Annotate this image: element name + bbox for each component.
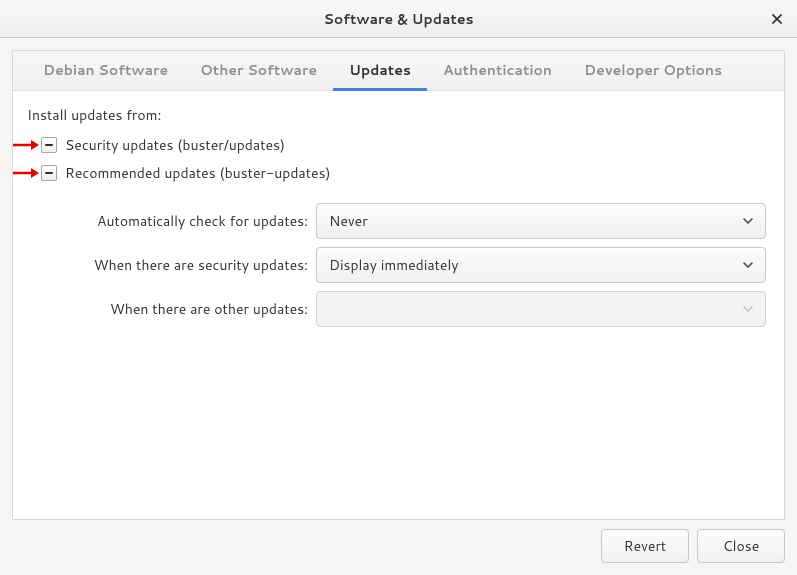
- close-button[interactable]: Close: [697, 529, 785, 563]
- chevron-down-icon: [743, 262, 753, 268]
- updates-panel-body: Install updates from: Security updates (…: [13, 91, 784, 345]
- content-area: Debian Software Other Software Updates A…: [0, 38, 797, 532]
- tab-bar: Debian Software Other Software Updates A…: [13, 51, 784, 91]
- update-settings-grid: Automatically check for updates: Never W…: [43, 203, 766, 327]
- auto-check-value: Never: [329, 211, 368, 231]
- footer-buttons: Revert Close: [601, 529, 785, 563]
- tab-developer-options[interactable]: Developer Options: [568, 51, 738, 91]
- tab-debian-software[interactable]: Debian Software: [27, 51, 184, 91]
- chevron-down-icon: [743, 306, 753, 312]
- window-title: Software & Updates: [323, 9, 473, 29]
- annotation-arrow-icon: [12, 166, 41, 180]
- other-notify-combo: [316, 291, 766, 327]
- revert-button[interactable]: Revert: [601, 529, 689, 563]
- security-updates-checkbox[interactable]: [41, 137, 57, 153]
- tab-authentication[interactable]: Authentication: [427, 51, 568, 91]
- security-updates-row: Security updates (buster/updates): [41, 135, 766, 155]
- indeterminate-icon: [45, 144, 53, 147]
- tab-other-software[interactable]: Other Software: [184, 51, 333, 91]
- security-updates-label[interactable]: Security updates (buster/updates): [65, 135, 285, 155]
- recommended-updates-checkbox[interactable]: [41, 165, 57, 181]
- close-window-button[interactable]: [769, 11, 785, 27]
- other-notify-label: When there are other updates:: [43, 299, 308, 319]
- indeterminate-icon: [45, 172, 53, 175]
- recommended-updates-row: Recommended updates (buster-updates): [41, 163, 766, 183]
- annotation-arrow-icon: [12, 138, 41, 152]
- security-notify-label: When there are security updates:: [43, 255, 308, 275]
- tab-updates[interactable]: Updates: [333, 51, 427, 91]
- install-from-label: Install updates from:: [27, 105, 766, 125]
- titlebar: Software & Updates: [0, 0, 797, 38]
- chevron-down-icon: [743, 218, 753, 224]
- close-icon: [771, 13, 783, 25]
- auto-check-combo[interactable]: Never: [316, 203, 766, 239]
- recommended-updates-label[interactable]: Recommended updates (buster-updates): [65, 163, 331, 183]
- security-notify-combo[interactable]: Display immediately: [316, 247, 766, 283]
- main-panel: Debian Software Other Software Updates A…: [12, 50, 785, 520]
- security-notify-value: Display immediately: [329, 255, 459, 275]
- auto-check-label: Automatically check for updates:: [43, 211, 308, 231]
